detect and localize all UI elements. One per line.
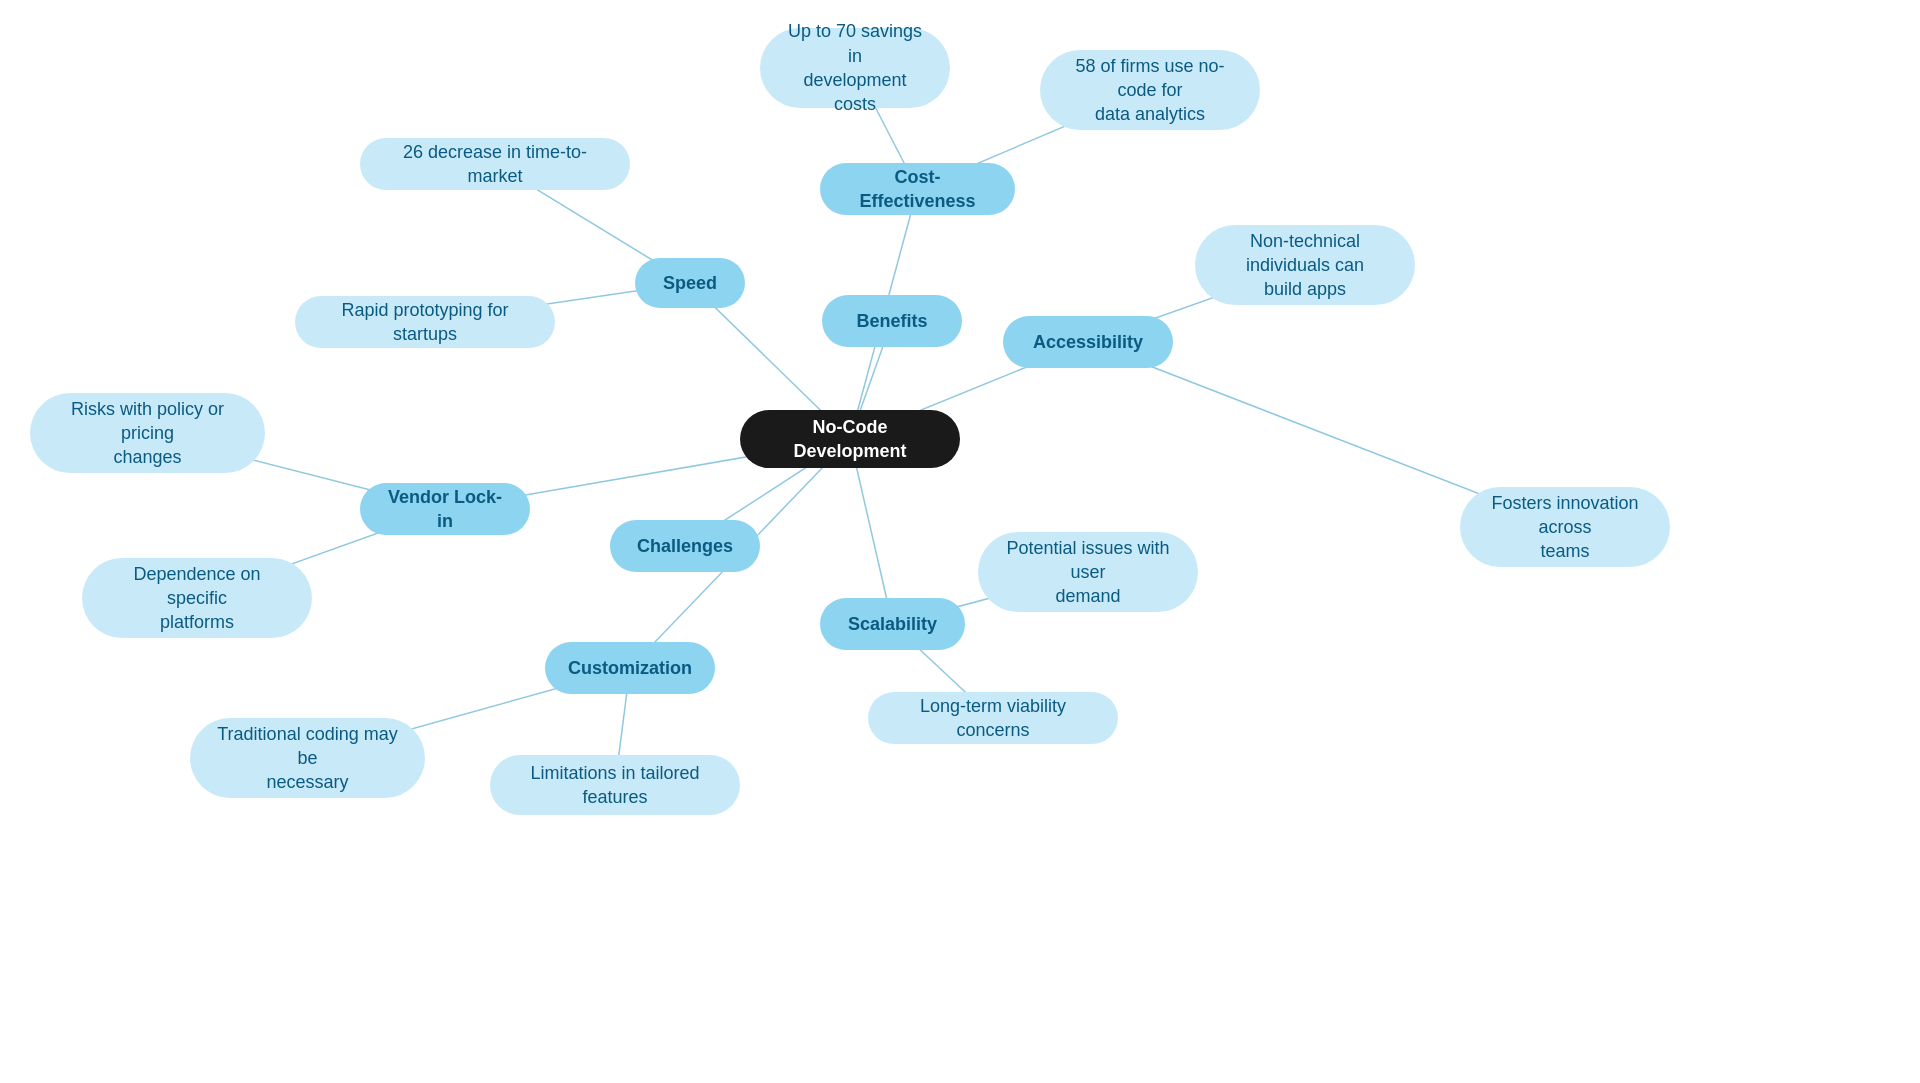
primary-label-speed: Speed [663, 271, 717, 295]
primary-node-speed: Speed [635, 258, 745, 308]
secondary-label-policyrisk: Risks with policy or pricingchanges [52, 397, 243, 470]
primary-label-benefits: Benefits [856, 309, 927, 333]
secondary-node-prototyping: Rapid prototyping for startups [295, 296, 555, 348]
secondary-label-prototyping: Rapid prototyping for startups [317, 298, 533, 347]
primary-node-customization: Customization [545, 642, 715, 694]
secondary-node-viability: Long-term viability concerns [868, 692, 1118, 744]
secondary-node-timetomarket: 26 decrease in time-to-market [360, 138, 630, 190]
secondary-node-firms: 58 of firms use no-code fordata analytic… [1040, 50, 1260, 130]
secondary-label-savings: Up to 70 savings indevelopment costs [782, 19, 928, 116]
primary-label-vendorlockin: Vendor Lock-in [382, 485, 508, 534]
primary-node-accessibility: Accessibility [1003, 316, 1173, 368]
secondary-node-dependence: Dependence on specificplatforms [82, 558, 312, 638]
secondary-node-traditionalcoding: Traditional coding may benecessary [190, 718, 425, 798]
secondary-label-nontechnical: Non-technical individuals canbuild apps [1217, 229, 1393, 302]
primary-node-vendorlockin: Vendor Lock-in [360, 483, 530, 535]
primary-node-challenges: Challenges [610, 520, 760, 572]
secondary-label-firms: 58 of firms use no-code fordata analytic… [1062, 54, 1238, 127]
center-label: No-Code Development [762, 415, 938, 464]
primary-label-customization: Customization [568, 656, 692, 680]
secondary-label-dependence: Dependence on specificplatforms [104, 562, 290, 635]
secondary-label-userdemand: Potential issues with userdemand [1000, 536, 1176, 609]
secondary-node-innovation: Fosters innovation acrossteams [1460, 487, 1670, 567]
secondary-node-savings: Up to 70 savings indevelopment costs [760, 28, 950, 108]
secondary-label-limitations: Limitations in tailored features [512, 761, 718, 810]
primary-label-accessibility: Accessibility [1033, 330, 1143, 354]
secondary-label-viability: Long-term viability concerns [890, 694, 1096, 743]
primary-label-cost: Cost-Effectiveness [842, 165, 993, 214]
primary-node-cost: Cost-Effectiveness [820, 163, 1015, 215]
primary-label-challenges: Challenges [637, 534, 733, 558]
secondary-node-userdemand: Potential issues with userdemand [978, 532, 1198, 612]
primary-node-benefits: Benefits [822, 295, 962, 347]
secondary-node-nontechnical: Non-technical individuals canbuild apps [1195, 225, 1415, 305]
secondary-node-policyrisk: Risks with policy or pricingchanges [30, 393, 265, 473]
center-node: No-Code Development [740, 410, 960, 468]
primary-node-scalability: Scalability [820, 598, 965, 650]
secondary-label-innovation: Fosters innovation acrossteams [1482, 491, 1648, 564]
secondary-label-traditionalcoding: Traditional coding may benecessary [212, 722, 403, 795]
secondary-node-limitations: Limitations in tailored features [490, 755, 740, 815]
primary-label-scalability: Scalability [848, 612, 937, 636]
secondary-label-timetomarket: 26 decrease in time-to-market [382, 140, 608, 189]
